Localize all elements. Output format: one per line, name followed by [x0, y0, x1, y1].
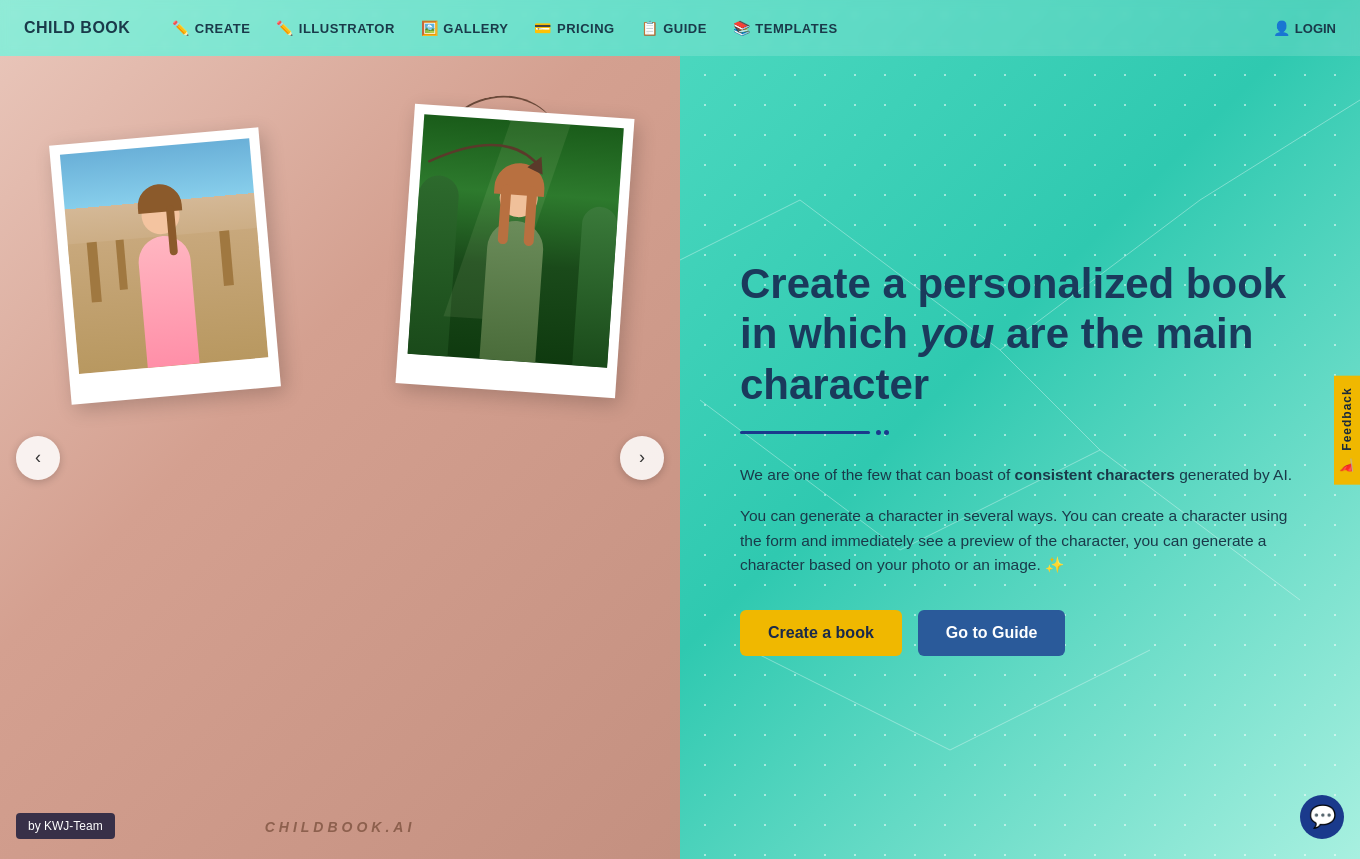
image-panel: CHILDBOOK.AI ‹ ›	[0, 56, 680, 859]
main-content: CHILDBOOK.AI ‹ › Create a personalized b…	[0, 56, 1360, 859]
create-icon: ✏️	[172, 20, 190, 36]
carousel-prev-button[interactable]: ‹	[16, 436, 60, 480]
navbar: CHILD BOOK ✏️ CREATE ✏️ ILLUSTRATOR 🖼️ G…	[0, 0, 1360, 56]
guide-icon: 📋	[641, 20, 659, 36]
divider-line	[740, 431, 870, 434]
feedback-button[interactable]: 🚩 Feedback	[1334, 375, 1360, 484]
polaroid-container: CHILDBOOK.AI ‹ ›	[0, 56, 680, 859]
text-content: Create a personalized book in which you …	[680, 211, 1360, 704]
user-icon: 👤	[1273, 20, 1290, 36]
button-group: Create a book Go to Guide	[740, 610, 1300, 656]
nav-item-templates[interactable]: 📚 TEMPLATES	[723, 14, 848, 42]
pricing-icon: 💳	[534, 20, 552, 36]
kwj-badge: by KWJ-Team	[16, 813, 115, 839]
create-book-button[interactable]: Create a book	[740, 610, 902, 656]
nav-item-guide[interactable]: 📋 GUIDE	[631, 14, 717, 42]
feedback-panel: 🚩 Feedback	[1334, 375, 1360, 484]
gallery-icon: 🖼️	[421, 20, 439, 36]
title-divider	[740, 430, 1300, 435]
description-1: We are one of the few that can boast of …	[740, 463, 1300, 488]
go-to-guide-button[interactable]: Go to Guide	[918, 610, 1066, 656]
carousel-next-button[interactable]: ›	[620, 436, 664, 480]
nav-item-create[interactable]: ✏️ CREATE	[162, 14, 260, 42]
login-button[interactable]: 👤 LOGIN	[1273, 20, 1336, 36]
chat-icon: 💬	[1309, 804, 1336, 830]
brand-logo[interactable]: CHILD BOOK	[24, 19, 130, 37]
description-2: You can generate a character in several …	[740, 504, 1300, 578]
templates-icon: 📚	[733, 20, 751, 36]
nav-items: ✏️ CREATE ✏️ ILLUSTRATOR 🖼️ GALLERY 💳 PR…	[162, 14, 1273, 42]
chat-button[interactable]: 💬	[1300, 795, 1344, 839]
watermark: CHILDBOOK.AI	[265, 819, 416, 835]
nav-item-gallery[interactable]: 🖼️ GALLERY	[411, 14, 519, 42]
nav-item-illustrator[interactable]: ✏️ ILLUSTRATOR	[266, 14, 405, 42]
illustrator-icon: ✏️	[276, 20, 294, 36]
hero-title: Create a personalized book in which you …	[740, 259, 1300, 410]
polaroid-left	[49, 127, 281, 404]
flag-icon: 🚩	[1340, 456, 1354, 472]
nav-item-pricing[interactable]: 💳 PRICING	[524, 14, 624, 42]
divider-dots	[876, 430, 889, 435]
